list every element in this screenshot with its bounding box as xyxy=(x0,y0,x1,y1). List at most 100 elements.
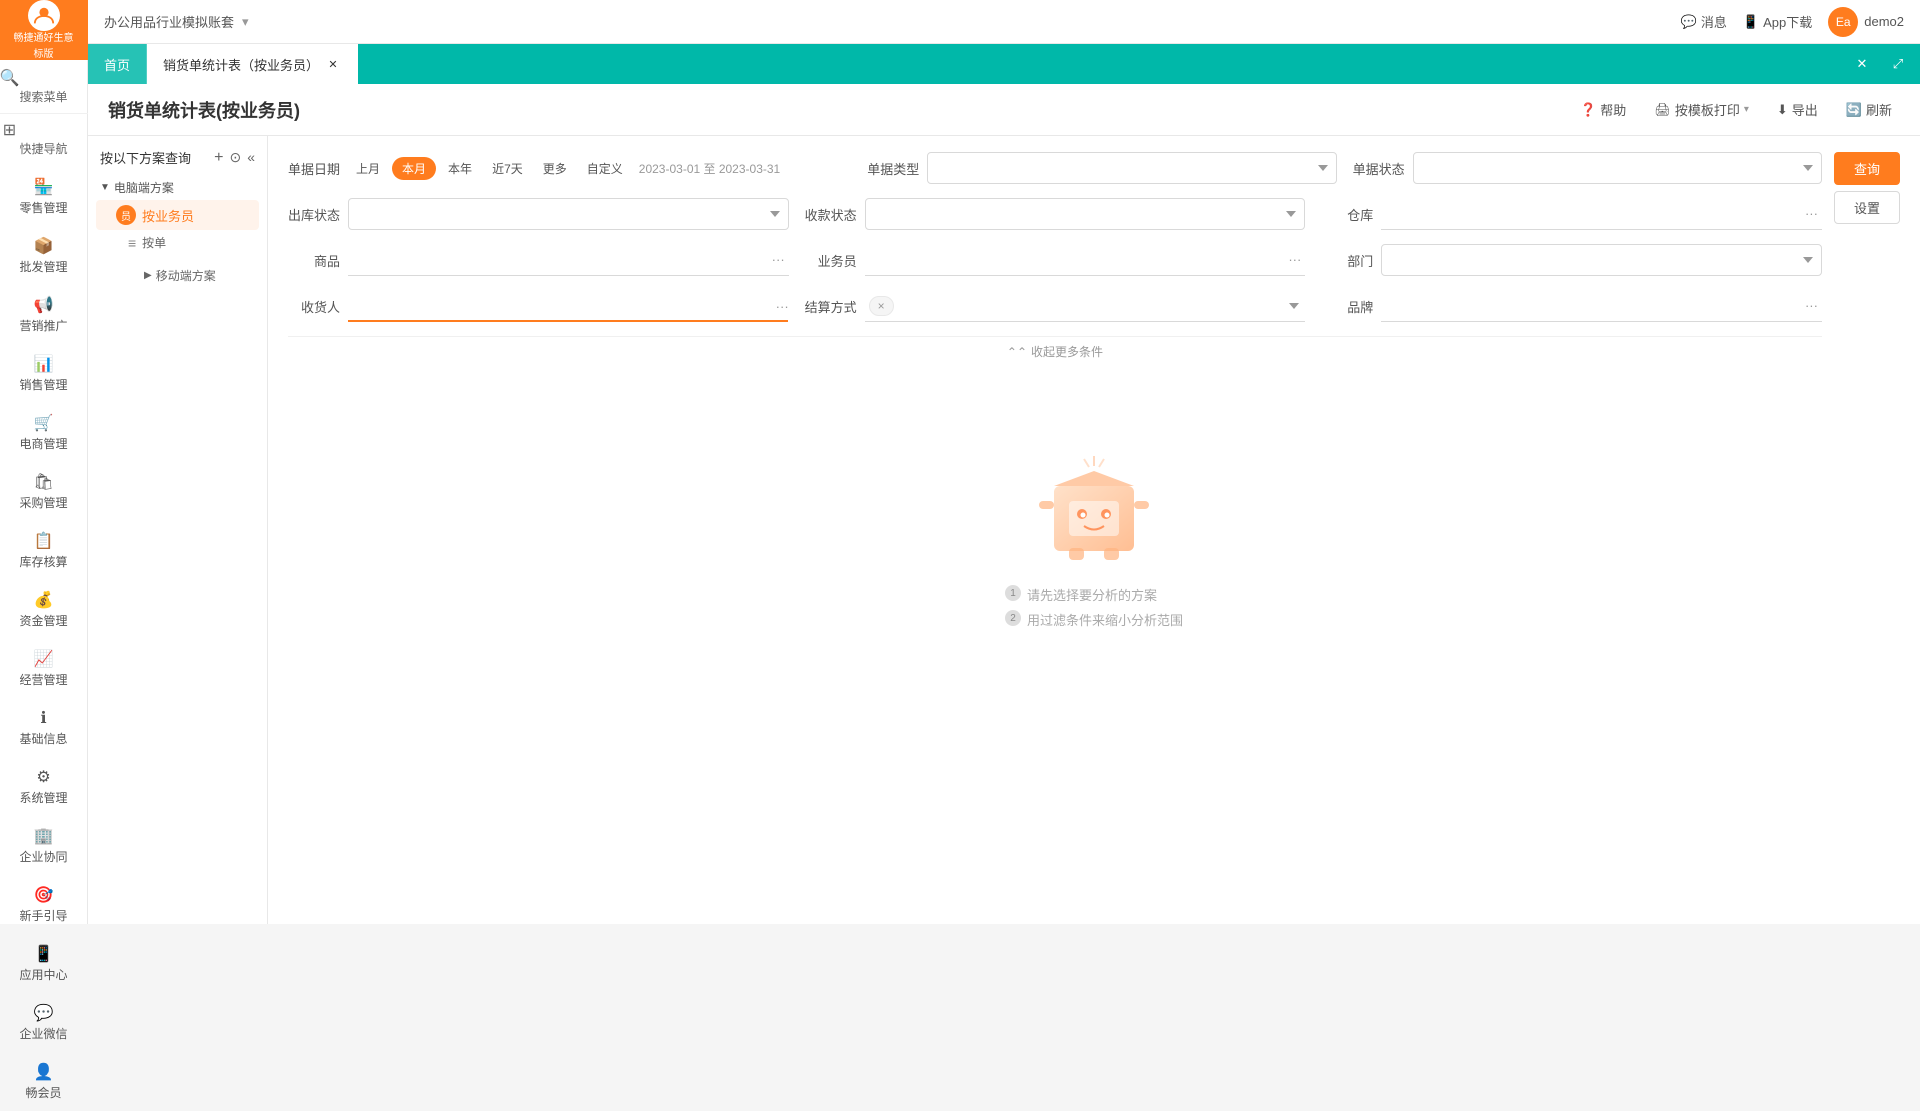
refresh-button[interactable]: 🔄 刷新 xyxy=(1838,96,1900,123)
tip-text-1: 请先选择要分析的方案 xyxy=(1027,585,1157,604)
sidebar-item-ecommerce[interactable]: 🛒 电商管理 xyxy=(0,403,88,462)
sales-stat-tab-label: 销货单统计表（按业务员） xyxy=(163,55,319,74)
sidebar-item-onboarding[interactable]: 🎯 新手引导 xyxy=(0,875,88,934)
sidebar-system-label: 系统管理 xyxy=(19,789,67,806)
order-type-select[interactable] xyxy=(927,152,1336,184)
app-download-button[interactable]: 📱 App下载 xyxy=(1743,12,1812,31)
tree-mobile-section[interactable]: ▶ 移动端方案 xyxy=(96,263,259,288)
breadcrumb: 办公用品行业模拟账套 xyxy=(104,12,234,31)
department-filter-item: 部门 xyxy=(1321,244,1822,276)
tree-item-by-salesperson[interactable]: 员 按业务员 xyxy=(96,200,259,230)
empty-tip-1: 1 请先选择要分析的方案 xyxy=(1005,585,1183,604)
sidebar-item-enterprise[interactable]: 🏢 企业协同 xyxy=(0,816,88,875)
sidebar-item-sales-mgmt[interactable]: 📊 销售管理 xyxy=(0,344,88,403)
sidebar-item-retail[interactable]: 🏪 零售管理 xyxy=(0,167,88,226)
department-select[interactable] xyxy=(1381,244,1822,276)
tree-pc-section[interactable]: ▼ 电脑端方案 xyxy=(96,175,259,200)
date-btn-this-year[interactable]: 本年 xyxy=(440,157,480,180)
help-button[interactable]: ❓ 帮助 xyxy=(1572,96,1634,123)
sidebar-item-quick-nav[interactable]: ⊞ 快捷导航 xyxy=(0,114,88,163)
date-btn-last-month[interactable]: 上月 xyxy=(348,157,388,180)
export-icon: ⬇ xyxy=(1777,102,1788,118)
app-logo[interactable]: 畅捷通好生意 标版 xyxy=(0,0,88,60)
date-btn-more[interactable]: 更多 xyxy=(535,157,575,180)
filter-row-3: 商品 ··· 业务员 ··· xyxy=(288,244,1822,276)
sidebar-retail-label: 零售管理 xyxy=(19,199,67,216)
payment-status-select[interactable] xyxy=(865,198,1306,230)
user-name: demo2 xyxy=(1864,14,1904,29)
date-btn-this-month[interactable]: 本月 xyxy=(392,157,436,180)
sidebar-item-app-center[interactable]: 📱 应用中心 xyxy=(0,934,88,993)
sidebar-item-search[interactable]: 🔍 搜索菜单 xyxy=(0,60,88,114)
tab-close-window-button[interactable]: ✕ xyxy=(1848,50,1876,78)
sidebar-item-purchase[interactable]: 🛍 采购管理 xyxy=(0,462,88,521)
filter-row-4: 收货人 ··· 结算方式 × xyxy=(288,290,1822,322)
sidebar-item-wechat[interactable]: 💬 企业微信 xyxy=(0,993,88,1052)
sidebar-item-basic-info[interactable]: ℹ 基础信息 xyxy=(0,698,88,757)
collapse-panel-button[interactable]: « xyxy=(247,149,255,167)
tab-maximize-button[interactable]: ⤢ xyxy=(1884,50,1912,78)
warehouse-dots[interactable]: ··· xyxy=(1805,206,1818,221)
content-area: 销货单统计表(按业务员) ❓ 帮助 🖨 按模板打印 ▾ ⬇ 导出 🔄 刷新 xyxy=(88,84,1920,924)
order-status-select[interactable] xyxy=(1413,152,1822,184)
tabbar: 首页 销货单统计表（按业务员） ✕ ✕ ⤢ xyxy=(88,44,1920,84)
search-icon: 🔍 xyxy=(0,68,20,88)
tab-home[interactable]: 首页 xyxy=(88,44,147,84)
message-button[interactable]: 💬 消息 xyxy=(1681,12,1727,31)
product-filter-item: 商品 ··· xyxy=(288,244,789,276)
print-dropdown-icon[interactable]: ▾ xyxy=(1744,104,1749,115)
settlement-select[interactable] xyxy=(900,298,1302,313)
brand-dots[interactable]: ··· xyxy=(1805,298,1818,313)
user-profile[interactable]: Ea demo2 xyxy=(1828,7,1904,37)
left-panel: 按以下方案查询 + ⊙ « ▼ 电脑端方案 xyxy=(88,136,268,924)
member-icon: 👤 xyxy=(34,1062,54,1082)
recipient-dots[interactable]: ··· xyxy=(776,299,789,314)
sales-icon: 📊 xyxy=(34,354,54,374)
purchase-icon: 🛍 xyxy=(34,472,54,492)
sidebar-item-inventory[interactable]: 📋 库存核算 xyxy=(0,521,88,580)
tab-sales-stat[interactable]: 销货单统计表（按业务员） ✕ xyxy=(147,44,358,84)
sidebar-item-finance[interactable]: 💰 资金管理 xyxy=(0,580,88,639)
sidebar-nav-label: 快捷导航 xyxy=(0,140,88,157)
logo-icon xyxy=(28,0,60,31)
salesperson-label: 业务员 xyxy=(805,251,857,270)
sidebar-item-wholesale[interactable]: 📦 批发管理 xyxy=(0,226,88,285)
dropdown-icon[interactable]: ▾ xyxy=(242,14,249,30)
warehouse-label: 仓库 xyxy=(1321,205,1373,224)
settlement-tag: × xyxy=(869,296,894,316)
settings-button[interactable]: 设置 xyxy=(1834,191,1900,224)
sidebar-item-operations[interactable]: 📈 经营管理 xyxy=(0,639,88,698)
print-button[interactable]: 🖨 按模板打印 ▾ xyxy=(1646,96,1757,123)
tree-item-by-order[interactable]: ≡ 按单 xyxy=(96,230,259,255)
date-btn-last-7days[interactable]: 近7天 xyxy=(484,157,531,180)
query-button[interactable]: 查询 xyxy=(1834,152,1900,185)
copy-scheme-button[interactable]: ⊙ xyxy=(229,149,241,167)
wholesale-icon: 📦 xyxy=(34,236,54,256)
sidebar-app-center-label: 应用中心 xyxy=(19,966,67,983)
warehouse-filter-item: 仓库 ··· xyxy=(1321,198,1822,230)
salesperson-scheme-icon: 员 xyxy=(116,205,136,225)
print-icon: 🖨 xyxy=(1654,102,1671,118)
date-btn-custom[interactable]: 自定义 xyxy=(579,157,631,180)
order-type-label: 单据类型 xyxy=(867,159,919,178)
sidebar-item-marketing[interactable]: 📢 营销推广 xyxy=(0,285,88,344)
tab-close-icon[interactable]: ✕ xyxy=(325,56,341,72)
date-range-text: 2023-03-01 至 2023-03-31 xyxy=(639,160,780,177)
collapse-filters-button[interactable]: ⌃⌃ 收起更多条件 xyxy=(288,336,1822,366)
enterprise-icon: 🏢 xyxy=(34,826,54,846)
help-icon: ❓ xyxy=(1580,102,1596,118)
salesperson-dots[interactable]: ··· xyxy=(1288,252,1301,267)
out-status-select[interactable] xyxy=(348,198,789,230)
filter-row-2: 出库状态 收款状态 xyxy=(288,198,1822,230)
refresh-icon: 🔄 xyxy=(1846,102,1862,118)
settlement-tag-close[interactable]: × xyxy=(878,299,885,313)
sidebar-item-system[interactable]: ⚙ 系统管理 xyxy=(0,757,88,816)
product-dots[interactable]: ··· xyxy=(772,252,785,267)
export-button[interactable]: ⬇ 导出 xyxy=(1769,96,1826,123)
sidebar-item-member[interactable]: 👤 畅会员 xyxy=(0,1052,88,1111)
main-area: 办公用品行业模拟账套 ▾ 💬 消息 📱 App下载 Ea demo2 首页 xyxy=(88,0,1920,924)
page-header: 销货单统计表(按业务员) ❓ 帮助 🖨 按模板打印 ▾ ⬇ 导出 🔄 刷新 xyxy=(88,84,1920,136)
add-scheme-button[interactable]: + xyxy=(214,149,223,167)
sidebar-search-label: 搜索菜单 xyxy=(0,88,88,105)
recipient-input[interactable] xyxy=(348,290,788,322)
